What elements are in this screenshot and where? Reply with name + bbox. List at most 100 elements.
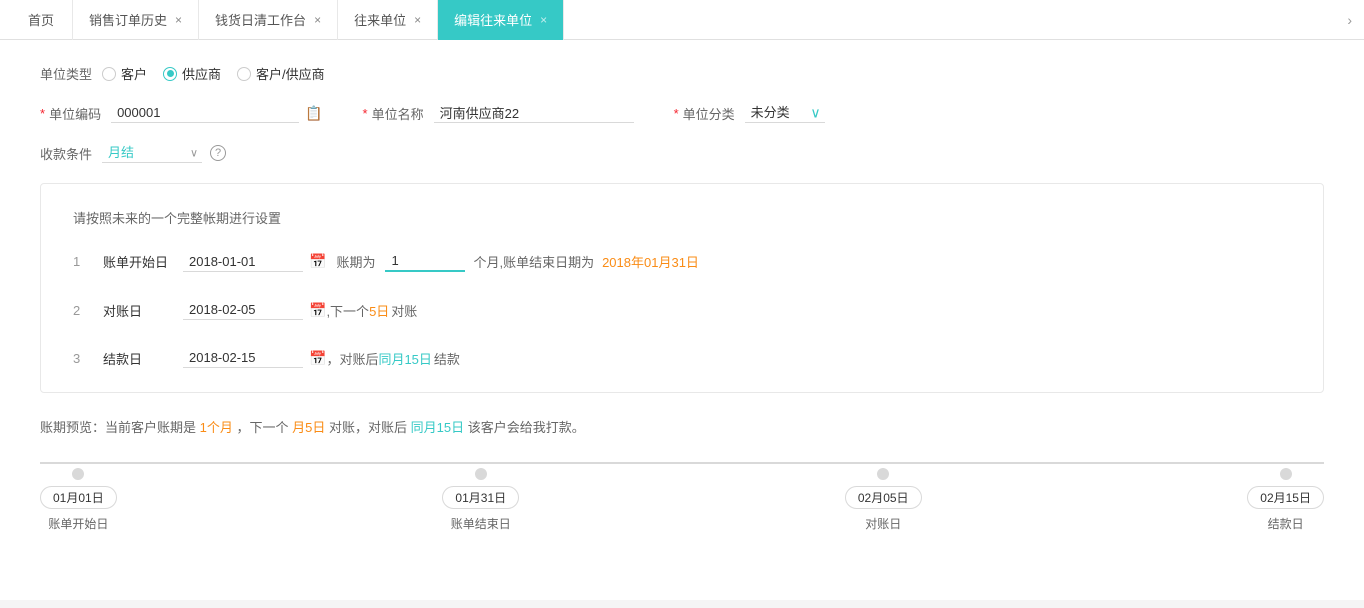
radio-customer-circle bbox=[102, 67, 116, 81]
unit-info-row: * 单位编码 📋 * 单位名称 * 单位分类 未分类 ∨ bbox=[40, 103, 1324, 123]
point-dot-3 bbox=[1280, 468, 1292, 480]
tab-partner-close[interactable]: × bbox=[414, 13, 421, 27]
row2-highlight: 5日 bbox=[369, 301, 389, 320]
timeline: 01月01日 账单开始日 01月31日 账单结束日 02月05日 对账日 02月… bbox=[40, 448, 1324, 532]
row3-label: 结款日 bbox=[103, 349, 183, 368]
unit-type-label: 单位类型 bbox=[40, 64, 92, 83]
radio-both-circle bbox=[237, 67, 251, 81]
row1-suffix: 个月,账单结束日期为 bbox=[473, 252, 594, 271]
row-payment-date: 3 结款日 📅 ，对账后 同月15日 结款 bbox=[73, 348, 1291, 368]
tab-edit-label: 编辑往来单位 bbox=[454, 10, 532, 29]
tab-cash-work[interactable]: 钱货日清工作台 × bbox=[199, 0, 338, 40]
radio-supplier-label: 供应商 bbox=[182, 64, 221, 83]
preview-same15: 同月15日 bbox=[411, 420, 464, 435]
point-dot-1 bbox=[475, 468, 487, 480]
payment-help-icon[interactable]: ? bbox=[210, 145, 226, 161]
row1-end-date: 2018年01月31日 bbox=[602, 252, 699, 271]
unit-code-icon[interactable]: 📋 bbox=[305, 105, 322, 122]
row3-highlight: 同月15日 bbox=[378, 349, 431, 368]
timeline-point-3: 02月15日 结款日 bbox=[1247, 468, 1324, 532]
unit-code-label: 单位编码 bbox=[49, 104, 101, 123]
unit-name-label: 单位名称 bbox=[372, 104, 424, 123]
row2-num: 2 bbox=[73, 303, 103, 318]
tab-home[interactable]: 首页 bbox=[10, 0, 73, 40]
code-required-star: * bbox=[40, 106, 45, 121]
unit-type-row: 单位类型 客户 供应商 客户/供应商 bbox=[40, 64, 1324, 83]
radio-customer[interactable]: 客户 bbox=[102, 64, 147, 83]
payment-date-input[interactable] bbox=[183, 348, 303, 368]
point-name-0: 账单开始日 bbox=[48, 515, 108, 532]
point-label-3: 02月15日 bbox=[1247, 486, 1324, 509]
timeline-points: 01月01日 账单开始日 01月31日 账单结束日 02月05日 对账日 02月… bbox=[40, 468, 1324, 532]
point-name-1: 账单结束日 bbox=[451, 515, 511, 532]
row1-value: 📅 账期为 个月,账单结束日期为 2018年01月31日 bbox=[183, 251, 699, 272]
radio-customer-label: 客户 bbox=[121, 64, 147, 83]
category-select[interactable]: 未分类 bbox=[745, 103, 825, 123]
reconcile-calendar[interactable]: 📅 bbox=[309, 302, 326, 319]
main-content: 单位类型 客户 供应商 客户/供应商 * 单位编码 📋 bbox=[0, 40, 1364, 600]
point-label-0: 01月01日 bbox=[40, 486, 117, 509]
payment-select[interactable]: 月结 bbox=[102, 143, 202, 163]
tab-sales-close[interactable]: × bbox=[175, 13, 182, 27]
preview-row: 账期预览：当前客户账期是 1个月 ，下一个 月5日 对账，对账后 同月15日 该… bbox=[40, 417, 1324, 436]
radio-both[interactable]: 客户/供应商 bbox=[237, 64, 325, 83]
preview-label: 账期预览：当前客户账期是 bbox=[40, 420, 196, 435]
start-date-input[interactable] bbox=[183, 252, 303, 272]
tab-edit-partner[interactable]: 编辑往来单位 × bbox=[438, 0, 564, 40]
row-start-date: 1 账单开始日 📅 账期为 个月,账单结束日期为 2018年01月31日 bbox=[73, 251, 1291, 272]
period-section: 请按照未来的一个完整帐期进行设置 1 账单开始日 📅 账期为 个月,账单结束日期… bbox=[40, 183, 1324, 393]
reconcile-date-input[interactable] bbox=[183, 300, 303, 320]
row1-label: 账单开始日 bbox=[103, 252, 183, 271]
tab-sales-history[interactable]: 销售订单历史 × bbox=[73, 0, 199, 40]
tabs-bar: 首页 销售订单历史 × 钱货日清工作台 × 往来单位 × 编辑往来单位 × › bbox=[0, 0, 1364, 40]
unit-category-group: * 单位分类 未分类 ∨ bbox=[674, 103, 825, 123]
period-month-input[interactable] bbox=[385, 251, 465, 272]
cat-required-star: * bbox=[674, 106, 679, 121]
preview-1month: 1个月 bbox=[200, 420, 233, 435]
row2-suffix: 对账 bbox=[391, 301, 417, 320]
row2-value: 📅 ,下一个 5日 对账 bbox=[183, 300, 417, 320]
row1-mid-text: 账期为 bbox=[336, 252, 375, 271]
timeline-point-2: 02月05日 对账日 bbox=[845, 468, 922, 532]
row-reconcile: 2 对账日 📅 ,下一个 5日 对账 bbox=[73, 300, 1291, 320]
point-name-3: 结款日 bbox=[1268, 515, 1304, 532]
payment-label: 收款条件 bbox=[40, 144, 92, 163]
point-dot-0 bbox=[72, 468, 84, 480]
row3-value: 📅 ，对账后 同月15日 结款 bbox=[183, 348, 460, 368]
tabs-more-arrow[interactable]: › bbox=[1335, 12, 1364, 28]
payment-row: 收款条件 月结 ∨ ? bbox=[40, 143, 1324, 163]
tab-edit-close[interactable]: × bbox=[540, 13, 547, 27]
radio-supplier[interactable]: 供应商 bbox=[163, 64, 221, 83]
row2-label: 对账日 bbox=[103, 301, 183, 320]
unit-code-input[interactable] bbox=[111, 103, 299, 123]
unit-code-group: * 单位编码 📋 bbox=[40, 103, 323, 123]
timeline-point-0: 01月01日 账单开始日 bbox=[40, 468, 117, 532]
payment-date-calendar[interactable]: 📅 bbox=[309, 350, 326, 367]
row3-prefix: ，对账后 bbox=[326, 349, 378, 368]
timeline-point-1: 01月31日 账单结束日 bbox=[442, 468, 519, 532]
point-name-2: 对账日 bbox=[865, 515, 901, 532]
category-dropdown: 未分类 ∨ bbox=[745, 103, 825, 123]
tab-cash-close[interactable]: × bbox=[314, 13, 321, 27]
section-title: 请按照未来的一个完整帐期进行设置 bbox=[73, 208, 1291, 227]
point-dot-2 bbox=[877, 468, 889, 480]
timeline-line bbox=[40, 462, 1324, 464]
preview-sep1: ，下一个 bbox=[237, 420, 289, 435]
radio-supplier-circle bbox=[163, 67, 177, 81]
unit-name-input[interactable] bbox=[434, 103, 634, 123]
tab-home-label: 首页 bbox=[28, 10, 54, 29]
preview-suffix: 该客户会给我打款。 bbox=[468, 420, 585, 435]
radio-supplier-dot bbox=[167, 70, 174, 77]
preview-sep2: 对账，对账后 bbox=[329, 420, 407, 435]
row3-suffix: 结款 bbox=[434, 349, 460, 368]
tab-sales-label: 销售订单历史 bbox=[89, 10, 167, 29]
unit-type-radio-group: 客户 供应商 客户/供应商 bbox=[102, 64, 325, 83]
unit-name-group: * 单位名称 bbox=[363, 103, 634, 123]
tab-cash-label: 钱货日清工作台 bbox=[215, 10, 306, 29]
tab-partner[interactable]: 往来单位 × bbox=[338, 0, 438, 40]
unit-category-label: 单位分类 bbox=[683, 104, 735, 123]
name-required-star: * bbox=[363, 106, 368, 121]
preview-month5: 月5日 bbox=[292, 420, 325, 435]
tab-partner-label: 往来单位 bbox=[354, 10, 406, 29]
start-date-calendar[interactable]: 📅 bbox=[309, 253, 326, 270]
